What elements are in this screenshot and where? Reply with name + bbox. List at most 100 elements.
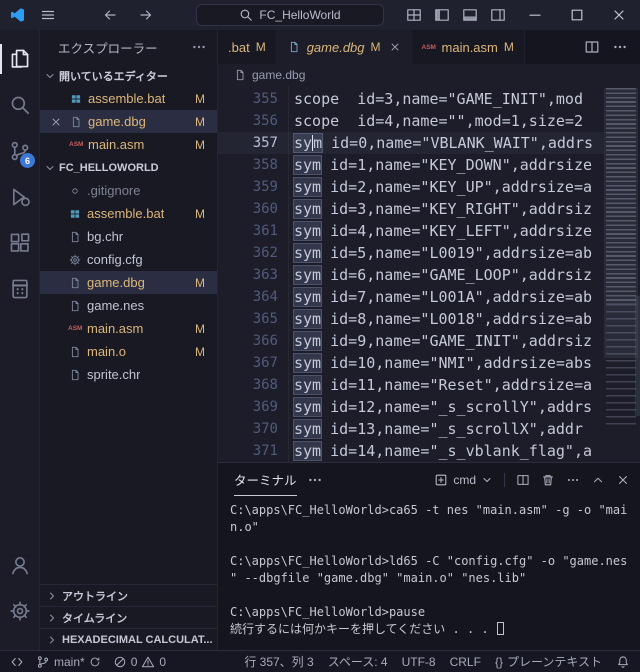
eol-status[interactable]: CRLF xyxy=(450,655,481,669)
terminal-more-actions-icon[interactable] xyxy=(566,473,580,487)
toggle-sidebar-icon[interactable] xyxy=(434,7,450,23)
tab-bar: .bat M game.dbg M ASM main.asm M xyxy=(218,30,640,64)
explorer-more-icon[interactable] xyxy=(191,39,207,55)
minimap[interactable] xyxy=(604,88,638,460)
open-editor-game-dbg[interactable]: game.dbg M xyxy=(40,110,217,133)
open-editor-assemble-bat[interactable]: assemble.bat M xyxy=(40,87,217,110)
remote-indicator-icon[interactable] xyxy=(10,655,24,669)
titlebar: FC_HelloWorld xyxy=(0,0,640,30)
sidebar-section-outline[interactable]: アウトライン xyxy=(40,584,217,606)
tree-item-assemble-bat[interactable]: assemble.bat M xyxy=(40,202,217,225)
code-line[interactable]: 367 sym id=10,name="NMI",addrsize=abs xyxy=(218,352,604,374)
close-window-button[interactable] xyxy=(598,0,640,30)
tree-item-sprite-chr[interactable]: sprite.chr xyxy=(40,363,217,386)
line-number: 360 xyxy=(252,201,278,217)
file-icon xyxy=(68,299,82,313)
tree-item-config-cfg[interactable]: config.cfg xyxy=(40,248,217,271)
code-line[interactable]: 371 sym id=14,name="_s_vblank_flag",a xyxy=(218,440,604,462)
toggle-secondary-sidebar-icon[interactable] xyxy=(490,7,506,23)
editor-scrollbar[interactable] xyxy=(635,86,640,462)
tree-item-main-asm[interactable]: ASM main.asm M xyxy=(40,317,217,340)
problems-status[interactable]: 0 0 xyxy=(113,655,166,669)
tree-item-main-o[interactable]: main.o M xyxy=(40,340,217,363)
notifications-bell-icon[interactable] xyxy=(616,655,630,669)
toggle-panel-icon[interactable] xyxy=(462,7,478,23)
git-branch-status[interactable]: main* xyxy=(36,655,101,669)
code-line[interactable]: 361 sym id=4,name="KEY_LEFT",addrsize xyxy=(218,220,604,242)
line-number: 363 xyxy=(252,267,278,283)
explorer-icon[interactable] xyxy=(0,36,39,82)
language-mode-status[interactable]: {} プレーンテキスト xyxy=(495,653,602,670)
code-line[interactable]: 364 sym id=7,name="L001A",addrsize=ab xyxy=(218,286,604,308)
code-line[interactable]: 362 sym id=5,name="L0019",addrsize=ab xyxy=(218,242,604,264)
settings-gear-icon[interactable] xyxy=(0,588,39,634)
cursor-position-status[interactable]: 行 357、列 3 xyxy=(244,653,313,670)
tab-terminal[interactable]: ターミナル xyxy=(234,463,297,496)
indentation-status[interactable]: スペース: 4 xyxy=(328,653,388,670)
file-name: main.asm xyxy=(88,137,145,152)
forward-icon[interactable] xyxy=(138,7,154,23)
tab-main-asm[interactable]: ASM main.asm M xyxy=(411,30,525,64)
terminal-line-prompt: 続行するには何かキーを押してください . . . xyxy=(230,621,640,638)
close-editor-icon[interactable] xyxy=(48,116,64,128)
workspace-folder-header[interactable]: FC_HELLOWORLD xyxy=(40,156,217,179)
command-center-search[interactable]: FC_HelloWorld xyxy=(196,4,384,26)
tree-item-game-dbg[interactable]: game.dbg M xyxy=(40,271,217,294)
kill-terminal-icon[interactable] xyxy=(541,473,555,487)
run-debug-icon[interactable] xyxy=(0,174,39,220)
account-icon[interactable] xyxy=(0,542,39,588)
scm-badge: 6 xyxy=(20,153,35,168)
split-editor-icon[interactable] xyxy=(584,39,600,55)
sidebar-title: エクスプローラー xyxy=(58,41,158,56)
code-line[interactable]: 370 sym id=13,name="_s_scrollX",addr xyxy=(218,418,604,440)
breadcrumb[interactable]: game.dbg xyxy=(218,64,640,86)
maximize-button[interactable] xyxy=(556,0,598,30)
split-terminal-icon[interactable] xyxy=(516,473,530,487)
tree-item-bg-chr[interactable]: bg.chr xyxy=(40,225,217,248)
terminal-output[interactable]: C:\apps\FC_HelloWorld>ca65 -t nes "main.… xyxy=(218,496,640,650)
code-line[interactable]: 365 sym id=8,name="L0018",addrsize=ab xyxy=(218,308,604,330)
code-line[interactable]: 366 sym id=9,name="GAME_INIT",addrsiz xyxy=(218,330,604,352)
minimize-button[interactable] xyxy=(514,0,556,30)
code-line[interactable]: 358 sym id=1,name="KEY_DOWN",addrsize xyxy=(218,154,604,176)
line-number: 361 xyxy=(252,223,278,239)
code-editor[interactable]: 355 scope id=3,name="GAME_INIT",mod 356 sc… xyxy=(218,86,640,462)
tab-game-dbg[interactable]: game.dbg M xyxy=(276,30,412,64)
code-line[interactable]: 359 sym id=2,name="KEY_UP",addrsize=a xyxy=(218,176,604,198)
code-line[interactable]: 368 sym id=11,name="Reset",addrsize=a xyxy=(218,374,604,396)
code-line-current[interactable]: 357 sym id=0,name="VBLANK_WAIT",addrs xyxy=(218,132,604,154)
menu-icon[interactable] xyxy=(40,7,56,23)
extensions-icon[interactable] xyxy=(0,220,39,266)
editor-more-actions-icon[interactable] xyxy=(612,39,628,55)
sidebar-section-timeline[interactable]: タイムライン xyxy=(40,606,217,628)
tree-item-gitignore[interactable]: .gitignore xyxy=(40,179,217,202)
asm-file-icon: ASM xyxy=(68,325,83,332)
hex-calculator-icon[interactable] xyxy=(0,266,39,312)
code-line[interactable]: 369 sym id=12,name="_s_scrollY",addrs xyxy=(218,396,604,418)
search-sidebar-icon[interactable] xyxy=(0,82,39,128)
close-tab-icon[interactable] xyxy=(389,41,401,53)
asm-file-icon: ASM xyxy=(69,141,84,148)
code-line[interactable]: 363 sym id=6,name="GAME_LOOP",addrsiz xyxy=(218,264,604,286)
encoding-status[interactable]: UTF-8 xyxy=(402,655,436,669)
tree-item-game-nes[interactable]: game.nes xyxy=(40,294,217,317)
code-line[interactable]: 355 scope id=3,name="GAME_INIT",mod xyxy=(218,88,604,110)
customize-layout-icon[interactable] xyxy=(406,7,422,23)
code-line[interactable]: 356 scope id=4,name="",mod=1,size=2 xyxy=(218,110,604,132)
open-editors-header[interactable]: 開いているエディター xyxy=(40,64,217,87)
sidebar-section-hex-calculator[interactable]: HEXADECIMAL CALCULAT... xyxy=(40,628,217,650)
file-icon xyxy=(68,230,82,244)
back-icon[interactable] xyxy=(102,7,118,23)
tab-assemble-bat[interactable]: .bat M xyxy=(218,30,277,64)
maximize-panel-icon[interactable] xyxy=(591,473,605,487)
open-editor-main-asm[interactable]: ASM main.asm M xyxy=(40,133,217,156)
source-control-icon[interactable]: 6 xyxy=(0,128,39,174)
code-line[interactable]: 360 sym id=3,name="KEY_RIGHT",addrsiz xyxy=(218,198,604,220)
close-panel-icon[interactable] xyxy=(616,473,630,487)
panel-tabs-more-icon[interactable] xyxy=(307,472,323,488)
minimap-slider[interactable] xyxy=(604,88,638,358)
search-text: FC_HelloWorld xyxy=(259,8,341,22)
file-name: .gitignore xyxy=(87,183,141,198)
terminal-profile-select[interactable]: cmd xyxy=(434,473,493,487)
terminal-line: C:\apps\FC_HelloWorld>pause xyxy=(230,605,426,619)
